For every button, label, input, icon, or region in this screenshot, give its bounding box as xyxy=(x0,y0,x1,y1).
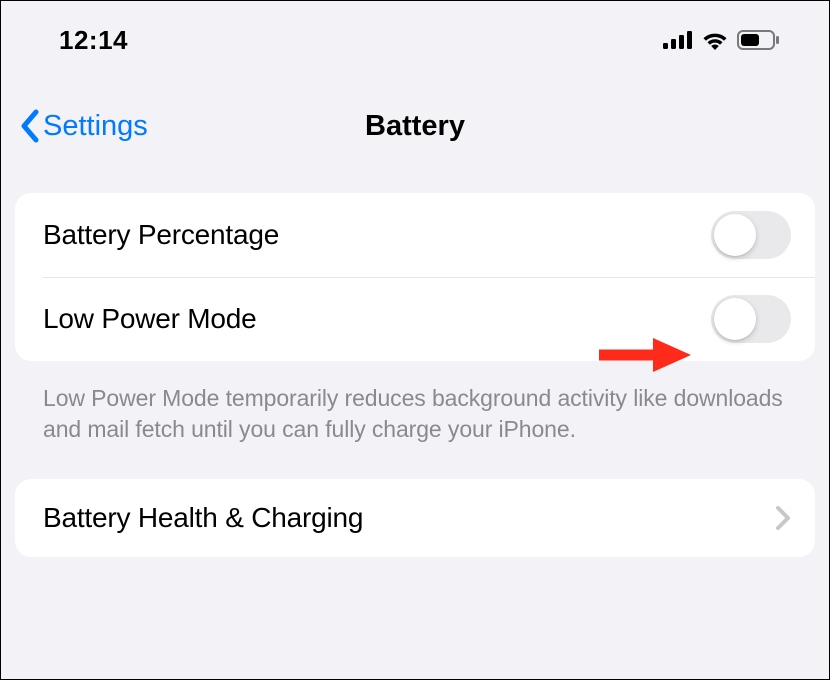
row-label: Battery Health & Charging xyxy=(43,502,363,534)
row-low-power-mode[interactable]: Low Power Mode xyxy=(15,277,815,361)
row-label: Low Power Mode xyxy=(43,303,257,335)
settings-group-battery-health: Battery Health & Charging xyxy=(15,479,815,557)
settings-group-battery-toggles: Battery Percentage Low Power Mode xyxy=(15,193,815,361)
chevron-right-icon xyxy=(775,505,791,531)
page-title: Battery xyxy=(365,110,465,143)
wifi-icon xyxy=(701,30,729,50)
content: Battery Percentage Low Power Mode Low Po… xyxy=(1,163,829,557)
cellular-icon xyxy=(663,31,693,49)
toggle-knob xyxy=(714,298,756,340)
battery-icon xyxy=(737,30,779,50)
row-battery-percentage[interactable]: Battery Percentage xyxy=(15,193,815,277)
status-icons xyxy=(663,30,779,50)
toggle-knob xyxy=(714,214,756,256)
status-bar: 12:14 xyxy=(1,1,829,61)
back-label: Settings xyxy=(43,110,148,143)
group-footer: Low Power Mode temporarily reduces backg… xyxy=(15,375,815,479)
toggle-battery-percentage[interactable] xyxy=(711,211,791,259)
toggle-low-power-mode[interactable] xyxy=(711,295,791,343)
nav-header: Settings Battery xyxy=(1,61,829,163)
status-time: 12:14 xyxy=(59,25,128,56)
back-button[interactable]: Settings xyxy=(19,109,148,143)
row-label: Battery Percentage xyxy=(43,219,279,251)
chevron-left-icon xyxy=(19,109,41,143)
row-battery-health[interactable]: Battery Health & Charging xyxy=(15,479,815,557)
